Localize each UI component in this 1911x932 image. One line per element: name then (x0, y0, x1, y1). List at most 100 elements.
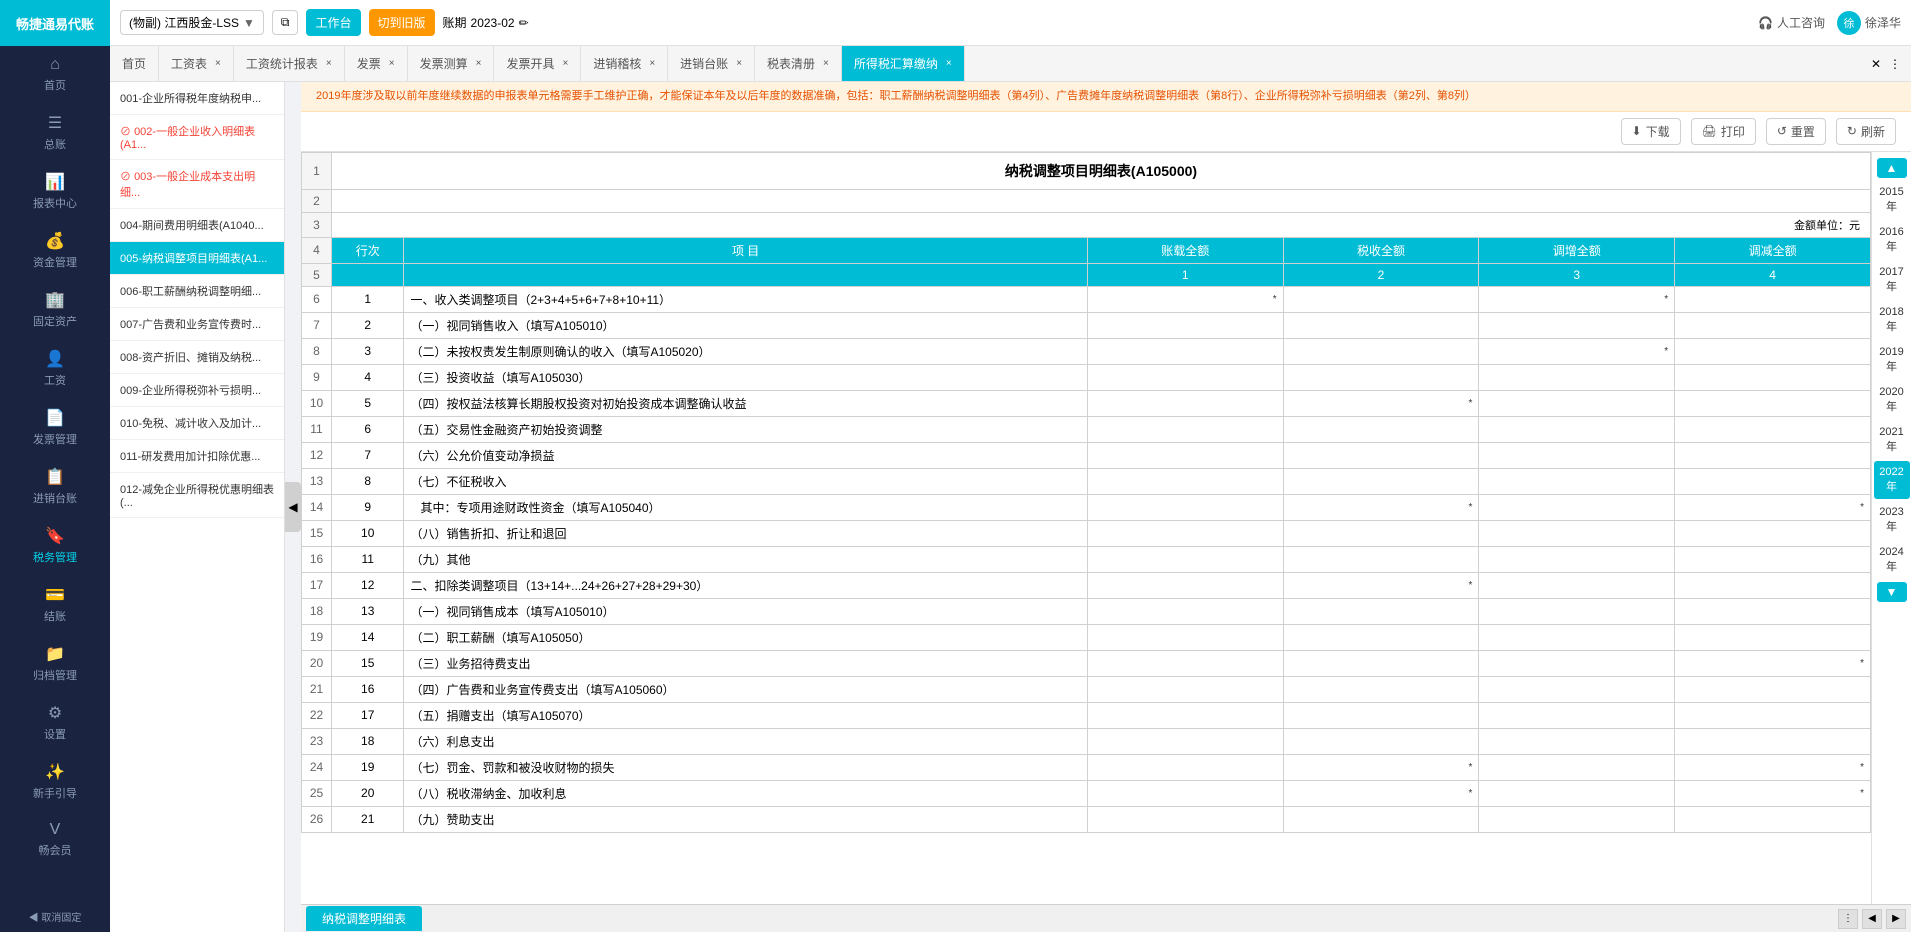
tab-income-tax[interactable]: 所得税汇算缴纳 × (842, 46, 965, 82)
v4-cell: * (1675, 754, 1871, 780)
consult-button[interactable]: 🎧 人工咨询 (1758, 14, 1825, 31)
year-2020[interactable]: 2020年 (1874, 381, 1910, 419)
table-row: 25 20 （八）税收滞纳金、加收利息 * * (302, 780, 1871, 806)
scroll-right-page-btn[interactable]: ▶ (1886, 909, 1906, 929)
left-panel-item-005[interactable]: 005-纳税调整项目明细表(A1... (110, 242, 284, 275)
bottom-tab-item[interactable]: 纳税调整明细表 (306, 906, 422, 931)
year-2015[interactable]: 2015年 (1874, 181, 1910, 219)
row-num-cell: 26 (302, 806, 332, 832)
year-2023[interactable]: 2023年 (1874, 501, 1910, 539)
year-2017[interactable]: 2017年 (1874, 261, 1910, 299)
left-panel-item-002[interactable]: ⊘ 002-一般企业收入明细表(A1... (110, 115, 284, 160)
tab-tax-list[interactable]: 税表清册 × (755, 46, 842, 82)
tab-invoice-calc-close[interactable]: × (476, 58, 482, 69)
sidebar-item-vip[interactable]: V 畅会员 (0, 811, 110, 868)
row-num-cell: 8 (302, 338, 332, 364)
sidebar-item-ledger[interactable]: ☰ 总账 (0, 103, 110, 162)
year-2024[interactable]: 2024年 (1874, 541, 1910, 579)
v1-cell (1087, 338, 1283, 364)
sidebar-item-purchase-sales[interactable]: 📋 进销台账 (0, 457, 110, 516)
sidebar-item-settings[interactable]: ⚙ 设置 (0, 693, 110, 752)
hang-cell: 14 (332, 624, 404, 650)
sidebar-item-assets[interactable]: 🏢 固定资产 (0, 280, 110, 339)
year-2022[interactable]: 2022年 (1874, 461, 1910, 499)
workbench-button[interactable]: 工作台 (306, 9, 360, 36)
sidebar-item-finance[interactable]: 💰 资金管理 (0, 221, 110, 280)
left-panel-item-008[interactable]: 008-资产折旧、摊销及纳税... (110, 341, 284, 374)
unit-cell: 金额单位：元 (332, 212, 1871, 237)
assets-icon: 🏢 (45, 290, 65, 310)
hang-cell: 17 (332, 702, 404, 728)
switch-old-button[interactable]: 切到旧版 (369, 9, 435, 36)
print-button[interactable]: 🖨 打印 (1691, 118, 1756, 145)
year-down-button[interactable]: ▼ (1877, 582, 1907, 602)
year-up-button[interactable]: ▲ (1877, 158, 1907, 178)
tab-salary-stats-close[interactable]: × (326, 58, 332, 69)
refresh-button[interactable]: ↻ 刷新 (1836, 118, 1896, 145)
row-num-cell: 3 (302, 212, 332, 237)
table-row: 2 (302, 189, 1871, 212)
download-button[interactable]: ⬇ 下载 (1621, 118, 1681, 145)
sidebar-item-invoice-mgmt[interactable]: 📄 发票管理 (0, 398, 110, 457)
tab-ledger[interactable]: 进销台账 × (668, 46, 755, 82)
tab-invoice-close[interactable]: × (389, 58, 395, 69)
year-2021[interactable]: 2021年 (1874, 421, 1910, 459)
spreadsheet-container[interactable]: 1 纳税调整项目明细表(A105000) 2 (301, 152, 1871, 905)
table-row: 18 13 （一）视同销售成本（填写A105010） (302, 598, 1871, 624)
v1-cell (1087, 650, 1283, 676)
tab-menu[interactable]: ⋮ (1889, 57, 1901, 71)
user-menu[interactable]: 徐 徐泽华 (1837, 11, 1901, 35)
v2-cell (1283, 598, 1479, 624)
left-panel-item-003[interactable]: ⊘ 003-一般企业成本支出明细... (110, 160, 284, 209)
sidebar-item-home[interactable]: ⌂ 首页 (0, 46, 110, 103)
tab-invoice[interactable]: 发票 × (345, 46, 408, 82)
row-num-cell: 16 (302, 546, 332, 572)
row-num-cell: 7 (302, 312, 332, 338)
year-2016[interactable]: 2016年 (1874, 221, 1910, 259)
left-panel-item-009[interactable]: 009-企业所得税弥补亏损明... (110, 374, 284, 407)
v3-cell (1479, 312, 1675, 338)
hang-cell: 5 (332, 390, 404, 416)
sidebar-item-salary[interactable]: 👤 工资 (0, 339, 110, 398)
tab-salary-stats[interactable]: 工资统计报表 × (234, 46, 345, 82)
tab-invoice-calc[interactable]: 发票测算 × (408, 46, 495, 82)
left-panel-item-012[interactable]: 012-减免企业所得税优惠明细表(... (110, 473, 284, 518)
company-selector[interactable]: (物副) 江西股金-LSS ▼ (120, 10, 264, 35)
topbar-right: 🎧 人工咨询 徐 徐泽华 (1758, 11, 1901, 35)
tab-salary-close[interactable]: × (215, 58, 221, 69)
tab-invoice-open[interactable]: 发票开具 × (494, 46, 581, 82)
sidebar-item-reports[interactable]: 📊 报表中心 (0, 162, 110, 221)
duplicate-button[interactable]: ⧉ (272, 10, 299, 35)
main-content: 2019年度涉及取以前年度继续数据的申报表单元格需要手工维护正确，才能保证本年及… (301, 82, 1911, 932)
tab-salary[interactable]: 工资表 × (159, 46, 234, 82)
tab-home[interactable]: 首页 (110, 46, 159, 82)
tab-invoice-open-close[interactable]: × (562, 58, 568, 69)
year-2019[interactable]: 2019年 (1874, 341, 1910, 379)
sidebar-item-tax[interactable]: 🔖 税务管理 (0, 516, 110, 575)
year-2018[interactable]: 2018年 (1874, 301, 1910, 339)
period-edit-icon[interactable]: ✏ (519, 16, 529, 30)
left-panel-item-001[interactable]: 001-企业所得税年度纳税申... (110, 82, 284, 115)
sidebar-item-archive[interactable]: 📁 归档管理 (0, 634, 110, 693)
v4-cell (1675, 416, 1871, 442)
collapse-button[interactable]: ◀ (285, 482, 301, 532)
tab-income-tax-close[interactable]: × (946, 58, 952, 69)
item-cell: 其中：专项用途财政性资金（填写A105040） (404, 494, 1087, 520)
scroll-left-btn[interactable]: ⋮ (1838, 909, 1858, 929)
left-panel-item-007[interactable]: 007-广告费和业务宣传费时... (110, 308, 284, 341)
left-panel-item-004[interactable]: 004-期间费用明细表(A1040... (110, 209, 284, 242)
tab-close-all[interactable]: ✕ (1871, 57, 1881, 71)
left-panel-item-010[interactable]: 010-免税、减计收入及加计... (110, 407, 284, 440)
purchase-sales-icon: 📋 (45, 467, 65, 487)
left-panel-item-006[interactable]: 006-职工薪酬纳税调整明细... (110, 275, 284, 308)
tab-audit[interactable]: 进销稽核 × (581, 46, 668, 82)
sidebar-fix-btn[interactable]: ◀ 取消固定 (0, 901, 110, 932)
reset-button[interactable]: ↺ 重置 (1766, 118, 1826, 145)
scroll-left-page-btn[interactable]: ◀ (1862, 909, 1882, 929)
tab-audit-close[interactable]: × (649, 58, 655, 69)
tab-tax-list-close[interactable]: × (823, 58, 829, 69)
left-panel-item-011[interactable]: 011-研发费用加计扣除优惠... (110, 440, 284, 473)
tab-ledger-close[interactable]: × (736, 58, 742, 69)
sidebar-item-guide[interactable]: ✨ 新手引导 (0, 752, 110, 811)
sidebar-item-settle[interactable]: 💳 结账 (0, 575, 110, 634)
